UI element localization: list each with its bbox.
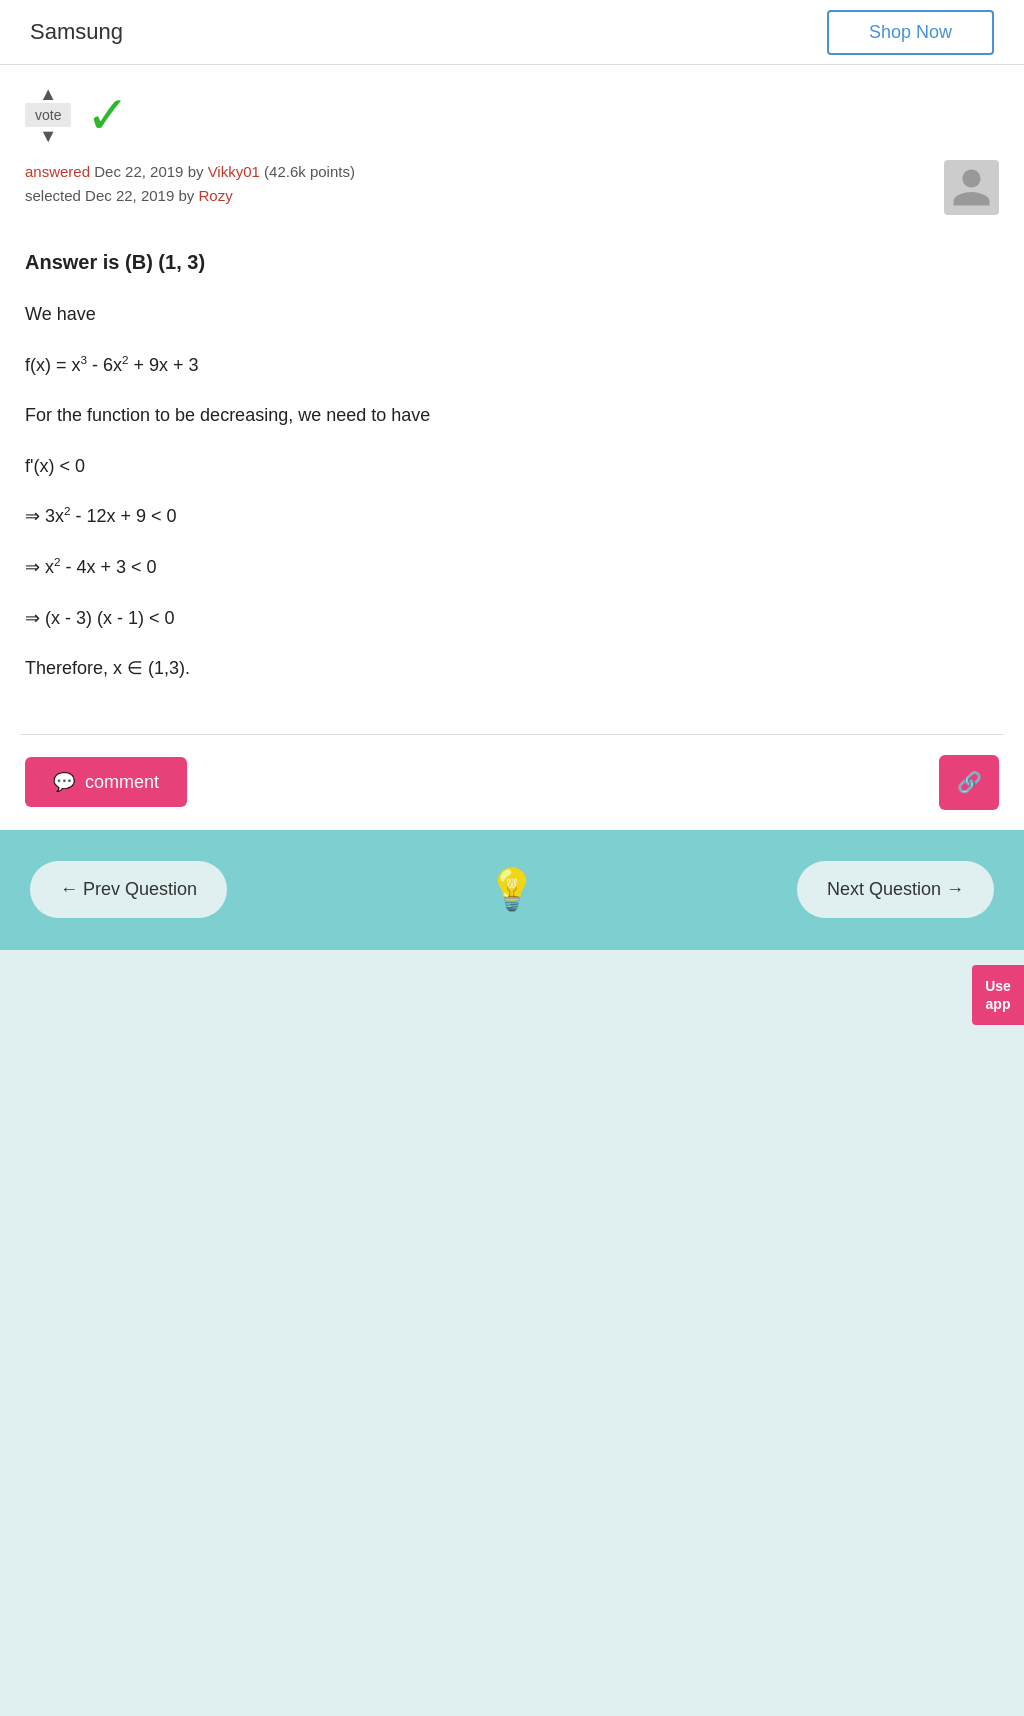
answer-meta-text: answered Dec 22, 2019 by Vikky01 (42.6k … — [25, 160, 355, 208]
bottom-navigation: ← Prev Question 💡 Next Question → — [0, 830, 1024, 950]
conclusion-text: Therefore, x ∈ (1,3). — [25, 653, 999, 684]
link-button[interactable]: 🔗 — [939, 755, 999, 810]
action-buttons: 💬 comment 🔗 — [0, 735, 1024, 830]
next-question-button[interactable]: Next Question → — [797, 861, 994, 918]
shop-now-button[interactable]: Shop Now — [827, 10, 994, 55]
vote-label: vote — [25, 103, 71, 127]
answered-label: answered — [25, 163, 90, 180]
link-icon: 🔗 — [957, 770, 982, 794]
vote-section: ▲ vote ▼ ✓ — [0, 65, 1024, 155]
answered-date: Dec 22, 2019 — [94, 163, 183, 180]
by-label: by — [188, 163, 208, 180]
comment-button[interactable]: 💬 comment — [25, 757, 187, 807]
points-text: (42.6k points) — [264, 163, 355, 180]
user-avatar — [944, 160, 999, 215]
prev-question-button[interactable]: ← Prev Question — [30, 861, 227, 918]
step1-line: ⇒ 3x2 - 12x + 9 < 0 — [25, 501, 999, 532]
selected-by-label: by — [178, 187, 198, 204]
comment-icon: 💬 — [53, 771, 75, 793]
author-link[interactable]: Vikky01 — [208, 163, 260, 180]
condition-line: f'(x) < 0 — [25, 451, 999, 482]
main-content: ▲ vote ▼ ✓ answered Dec 22, 2019 by Vikk… — [0, 65, 1024, 830]
avatar-icon — [949, 165, 994, 210]
use-app-line2: app — [986, 996, 1011, 1012]
selected-date: Dec 22, 2019 — [85, 187, 174, 204]
brand-name: Samsung — [30, 19, 123, 45]
step2-line: ⇒ x2 - 4x + 3 < 0 — [25, 552, 999, 583]
vote-up-button[interactable]: ▲ — [39, 85, 57, 103]
use-app-line1: Use — [985, 978, 1011, 994]
correct-checkmark-icon: ✓ — [86, 89, 130, 141]
formula-line: f(x) = x3 - 6x2 + 9x + 3 — [25, 350, 999, 381]
comment-label: comment — [85, 772, 159, 793]
vote-arrows: ▲ vote ▼ — [25, 85, 71, 145]
decreasing-text: For the function to be decreasing, we ne… — [25, 400, 999, 431]
we-have-text: We have — [25, 299, 999, 330]
answer-meta: answered Dec 22, 2019 by Vikky01 (42.6k … — [0, 155, 1024, 235]
selector-link[interactable]: Rozy — [198, 187, 232, 204]
use-app-button[interactable]: Use app — [972, 965, 1024, 1025]
step3-line: ⇒ (x - 3) (x - 1) < 0 — [25, 603, 999, 634]
vote-down-button[interactable]: ▼ — [39, 127, 57, 145]
selected-label: selected — [25, 187, 81, 204]
answer-body: Answer is (B) (1, 3) We have f(x) = x3 -… — [0, 235, 1024, 734]
answer-title: Answer is (B) (1, 3) — [25, 245, 999, 279]
top-banner: Samsung Shop Now — [0, 0, 1024, 65]
lightbulb-icon: 💡 — [487, 866, 537, 913]
